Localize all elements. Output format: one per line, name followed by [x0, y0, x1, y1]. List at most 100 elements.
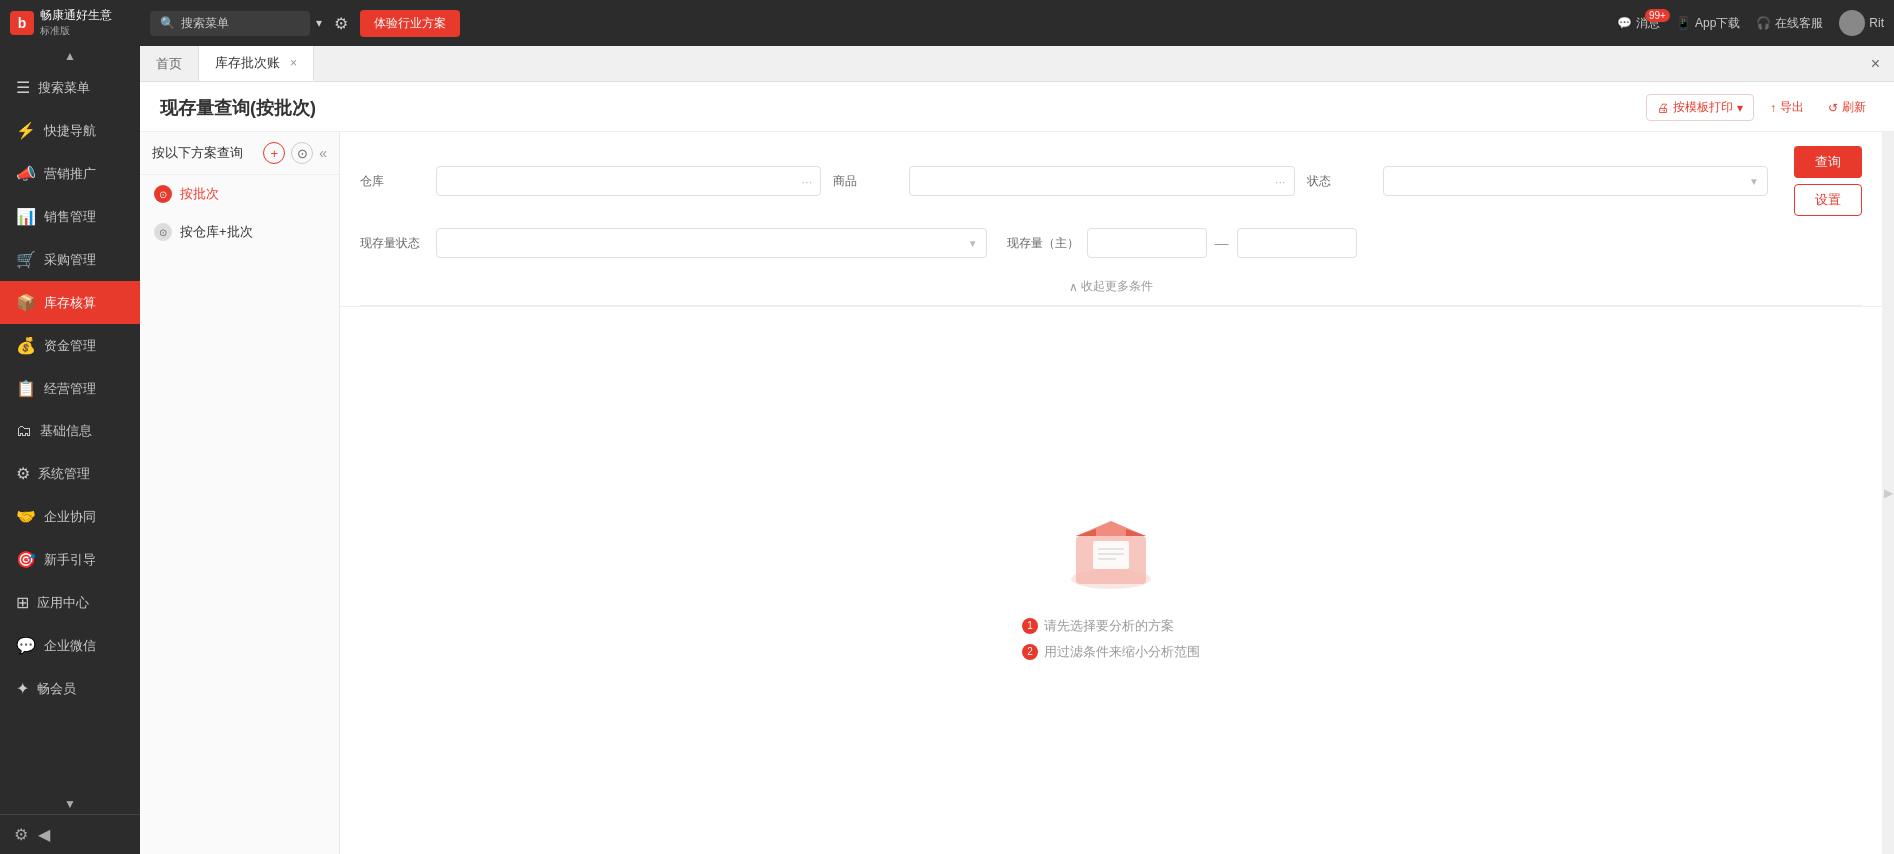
hint2-number: 2: [1022, 644, 1038, 660]
sidebar-item-system[interactable]: ⚙ 系统管理: [0, 452, 140, 495]
purchase-icon: 🛒: [16, 250, 36, 269]
empty-hint-1: 1 请先选择要分析的方案: [1022, 617, 1200, 635]
filter-sidebar-collapse[interactable]: «: [319, 145, 327, 161]
filter-add-button[interactable]: +: [263, 142, 285, 164]
operation-icon: 📋: [16, 379, 36, 398]
status-label: 状态: [1307, 173, 1377, 190]
warehouse-input-group: ···: [436, 166, 821, 196]
filter-item-label2: 按仓库+批次: [180, 223, 253, 241]
filter-item-icon: ⊙: [154, 185, 172, 203]
marketing-icon: 📣: [16, 164, 36, 183]
app-download-button[interactable]: 📱 App下载: [1676, 15, 1740, 32]
content-area: 首页 库存批次账 × × 现存量查询(按批次) 🖨 按模板打印 ▾ ↑ 导出: [140, 46, 1894, 854]
filter-settings-button[interactable]: ⊙: [291, 142, 313, 164]
user-profile[interactable]: Rit: [1839, 10, 1884, 36]
export-icon: ↑: [1770, 101, 1776, 115]
printer-icon: 🖨: [1657, 101, 1669, 115]
try-industry-button[interactable]: 体验行业方案: [360, 10, 460, 37]
panel-close-button[interactable]: ×: [1857, 46, 1894, 81]
conditions-panel: 仓库 ··· 商品 ···: [340, 132, 1882, 854]
filter-sidebar: 按以下方案查询 + ⊙ « ⊙ 按批次 ⊙ 按仓库+批次: [140, 132, 340, 854]
sidebar-item-label: 系统管理: [38, 465, 90, 483]
app-logo: b 畅康通好生意 标准版: [10, 8, 150, 38]
tabs-bar: 首页 库存批次账 × ×: [140, 46, 1894, 82]
product-label: 商品: [833, 173, 903, 190]
status-select[interactable]: ▼: [1383, 166, 1768, 196]
sidebar-item-member[interactable]: ✦ 畅会员: [0, 667, 140, 710]
refresh-icon: ↺: [1828, 101, 1838, 115]
messages-button[interactable]: 💬 消息 99+: [1617, 15, 1660, 32]
warehouse-more-icon[interactable]: ···: [793, 174, 820, 189]
headset-icon: 🎧: [1756, 16, 1771, 30]
sidebar-settings-icon[interactable]: ⚙: [14, 825, 28, 844]
stock-status-select[interactable]: ▼: [436, 228, 987, 258]
settings-button[interactable]: 设置: [1794, 184, 1862, 216]
sidebar-item-enterprise[interactable]: 🤝 企业协同: [0, 495, 140, 538]
empty-illustration: [1051, 501, 1171, 601]
sidebar-scroll-down[interactable]: ▼: [0, 794, 140, 814]
status-chevron-icon: ▼: [1749, 176, 1759, 187]
collapse-trigger[interactable]: ∧ 收起更多条件: [360, 270, 1862, 305]
stock-qty-from-input[interactable]: [1096, 236, 1198, 250]
refresh-button[interactable]: ↺ 刷新: [1820, 95, 1874, 120]
stock-qty-to-input[interactable]: [1246, 236, 1348, 250]
warehouse-label: 仓库: [360, 173, 430, 190]
tab-close-icon[interactable]: ×: [290, 56, 297, 70]
stock-status-label: 现存量状态: [360, 235, 430, 252]
sidebar-item-label: 采购管理: [44, 251, 96, 269]
sidebar-item-inventory[interactable]: 📦 库存核算: [0, 281, 140, 324]
filter-item-by-batch[interactable]: ⊙ 按批次: [140, 175, 339, 213]
search-placeholder: 搜索菜单: [181, 15, 229, 32]
hint1-text: 请先选择要分析的方案: [1044, 617, 1174, 635]
sidebar-item-label: 基础信息: [40, 422, 92, 440]
app-download-label: App下载: [1695, 15, 1740, 32]
sidebar-item-purchase[interactable]: 🛒 采购管理: [0, 238, 140, 281]
online-service-button[interactable]: 🎧 在线客服: [1756, 15, 1823, 32]
topbar-gear-icon[interactable]: ⚙: [328, 14, 354, 33]
warehouse-input[interactable]: [437, 174, 793, 188]
sidebar-item-search[interactable]: ☰ 搜索菜单: [0, 66, 140, 109]
sidebar-collapse-icon[interactable]: ◀: [38, 825, 50, 844]
page-title: 现存量查询(按批次): [160, 96, 316, 120]
print-button[interactable]: 🖨 按模板打印 ▾: [1646, 94, 1754, 121]
empty-hints: 1 请先选择要分析的方案 2 用过滤条件来缩小分析范围: [1022, 617, 1200, 661]
product-more-icon[interactable]: ···: [1267, 174, 1294, 189]
query-button[interactable]: 查询: [1794, 146, 1862, 178]
stock-qty-dash: —: [1215, 235, 1229, 251]
tab-inventory-batch[interactable]: 库存批次账 ×: [199, 46, 314, 81]
tab-home[interactable]: 首页: [140, 46, 199, 81]
sidebar-item-marketing[interactable]: 📣 营销推广: [0, 152, 140, 195]
sidebar-item-label: 经营管理: [44, 380, 96, 398]
filter-item-by-warehouse-batch[interactable]: ⊙ 按仓库+批次: [140, 213, 339, 251]
sidebar-item-weixin[interactable]: 💬 企业微信: [0, 624, 140, 667]
sidebar-item-label: 营销推广: [44, 165, 96, 183]
sidebar-item-label: 快捷导航: [44, 122, 96, 140]
sidebar-item-label: 库存核算: [44, 294, 96, 312]
topbar-search-box[interactable]: 🔍 搜索菜单: [150, 11, 310, 36]
main-section: 按以下方案查询 + ⊙ « ⊙ 按批次 ⊙ 按仓库+批次: [140, 132, 1894, 854]
sidebar-item-quicknav[interactable]: ⚡ 快捷导航: [0, 109, 140, 152]
sidebar-item-basic[interactable]: 🗂 基础信息: [0, 410, 140, 452]
export-button[interactable]: ↑ 导出: [1762, 95, 1812, 120]
weixin-icon: 💬: [16, 636, 36, 655]
topbar-dropdown[interactable]: ▾: [316, 16, 322, 30]
refresh-label: 刷新: [1842, 99, 1866, 116]
empty-state: 1 请先选择要分析的方案 2 用过滤条件来缩小分析范围: [340, 307, 1882, 854]
product-input[interactable]: [910, 174, 1266, 188]
sidebar-item-finance[interactable]: 💰 资金管理: [0, 324, 140, 367]
online-service-label: 在线客服: [1775, 15, 1823, 32]
sidebar-item-operation[interactable]: 📋 经营管理: [0, 367, 140, 410]
sidebar-item-apps[interactable]: ⊞ 应用中心: [0, 581, 140, 624]
search-menu-icon: ☰: [16, 78, 30, 97]
logo-icon: b: [10, 11, 34, 35]
sidebar-item-newbie[interactable]: 🎯 新手引导: [0, 538, 140, 581]
right-scroll-icon[interactable]: ▶: [1884, 486, 1893, 500]
basic-icon: 🗂: [16, 422, 32, 440]
collapse-label: 收起更多条件: [1081, 278, 1153, 295]
search-icon: 🔍: [160, 16, 175, 30]
sidebar-item-sales[interactable]: 📊 销售管理: [0, 195, 140, 238]
sidebar-scroll-up[interactable]: ▲: [0, 46, 140, 66]
sidebar-item-label: 应用中心: [37, 594, 89, 612]
print-label: 按模板打印: [1673, 99, 1733, 116]
quicknav-icon: ⚡: [16, 121, 36, 140]
